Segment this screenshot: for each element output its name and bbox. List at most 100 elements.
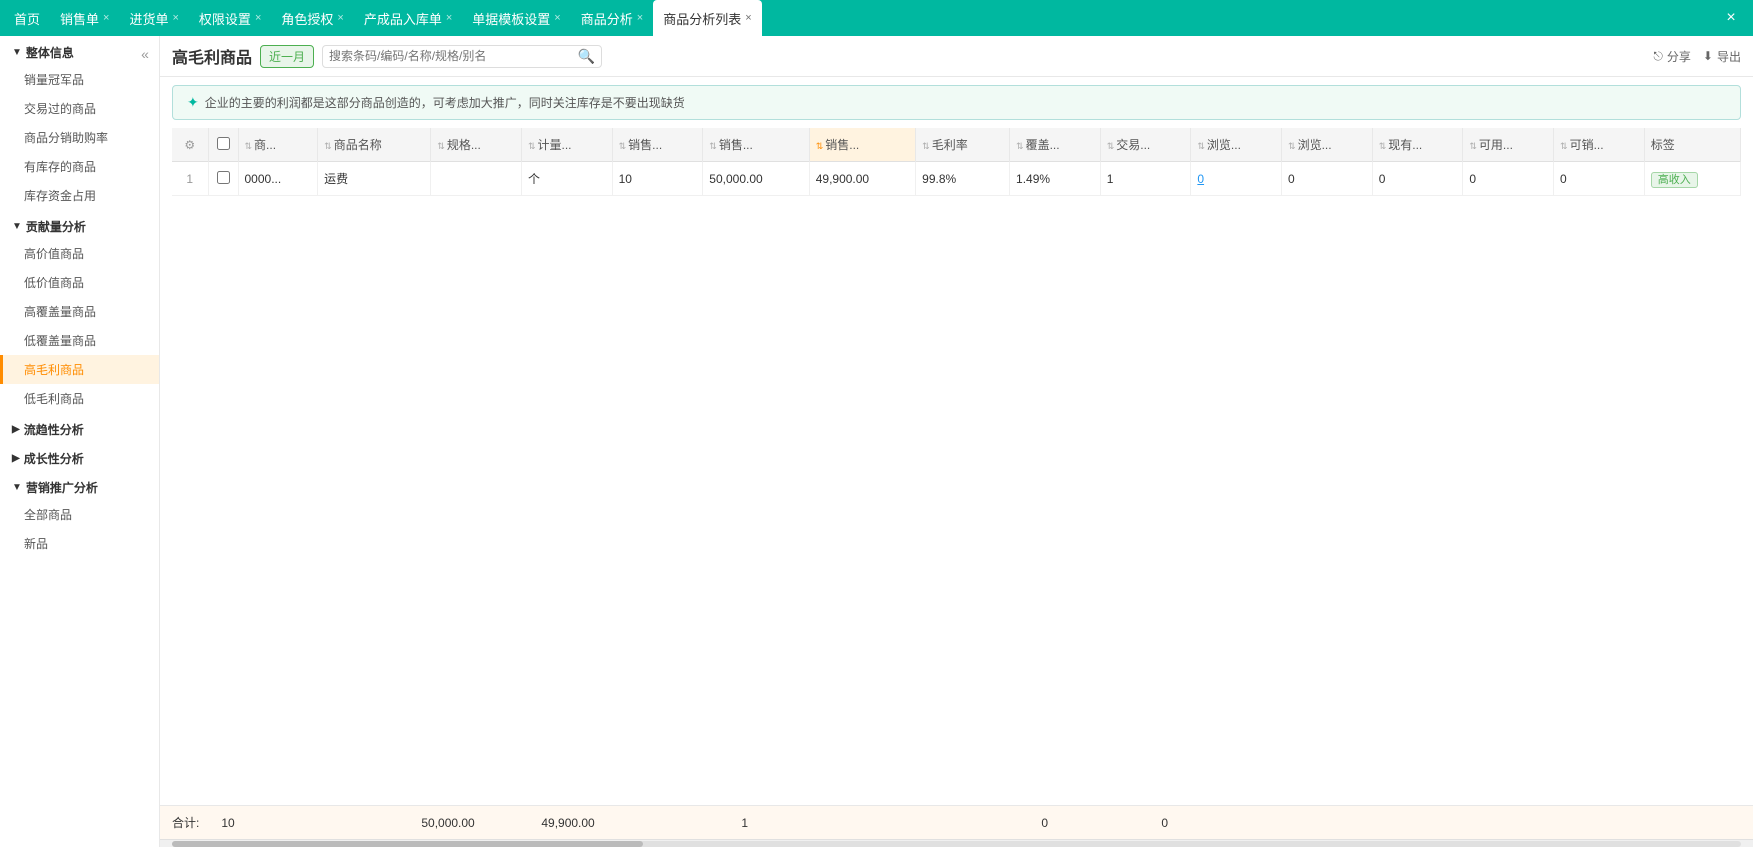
row-current-stock: 0 [1372,162,1463,196]
share-button[interactable]: ⎋ 分享 [1653,48,1691,65]
col-header-current-stock[interactable]: ⇅现有... [1372,128,1463,162]
row-sellable: 0 [1554,162,1645,196]
search-icon[interactable]: 🔍 [578,48,595,65]
group-arrow-trend: ▶ [12,424,20,435]
col-header-tag[interactable]: 标签 [1644,128,1740,162]
export-icon: ⬇ [1703,49,1713,63]
row-sales-profit: 49,900.00 [809,162,915,196]
col-header-name[interactable]: ⇅商品名称 [318,128,431,162]
nav-sales-order[interactable]: 销售单 × [50,0,119,36]
sidebar-item-in-stock[interactable]: 有库存的商品 [0,152,159,181]
col-header-coverage[interactable]: ⇅覆盖... [1010,128,1101,162]
row-code: 0000... [238,162,318,196]
nav-home[interactable]: 首页 [4,0,50,36]
sidebar-item-traded[interactable]: 交易过的商品 [0,94,159,123]
row-checkbox[interactable] [217,171,230,184]
col-header-unit[interactable]: ⇅计量... [521,128,612,162]
sidebar-group-trend[interactable]: ▶ 流趋性分析 [0,413,159,442]
header-actions: ⎋ 分享 ⬇ 导出 [1653,48,1741,65]
col-header-sales-amount[interactable]: ⇅销售... [703,128,809,162]
row-sales-amount: 50,000.00 [703,162,809,196]
row-browse1[interactable]: 0 [1191,162,1282,196]
col-header-code[interactable]: ⇅商... [238,128,318,162]
footer-current-stock: 0 [1035,816,1155,830]
nav-purchase-order[interactable]: 进货单 × [119,0,188,36]
footer-transaction: 1 [735,816,1035,830]
main-layout: « ▼ 整体信息 销量冠军品 交易过的商品 商品分销助购率 有库存的商品 库存资… [0,36,1753,847]
col-header-browse2[interactable]: ⇅浏览... [1282,128,1373,162]
nav-close-template[interactable]: × [554,12,560,24]
content-area: 高毛利商品 近一月 🔍 ⎋ 分享 ⬇ 导出 ✦ 企业的主要的利润都是这部分商品创… [160,36,1753,847]
group-arrow-overall: ▼ [12,47,22,58]
sidebar: « ▼ 整体信息 销量冠军品 交易过的商品 商品分销助购率 有库存的商品 库存资… [0,36,160,847]
col-header-sales-profit[interactable]: ⇅销售... [809,128,915,162]
nav-permission[interactable]: 权限设置 × [189,0,271,36]
sidebar-group-contribution[interactable]: ▼ 贡献量分析 [0,210,159,239]
nav-product-warehouse[interactable]: 产成品入库单 × [354,0,462,36]
sidebar-item-top-sales[interactable]: 销量冠军品 [0,65,159,94]
select-all-checkbox[interactable] [217,137,230,150]
search-input[interactable] [329,49,578,63]
col-header-sellable[interactable]: ⇅可销... [1554,128,1645,162]
sidebar-item-high-coverage[interactable]: 高覆盖量商品 [0,297,159,326]
sidebar-item-low-value[interactable]: 低价值商品 [0,268,159,297]
sidebar-item-all-products[interactable]: 全部商品 [0,500,159,529]
nav-close-permission[interactable]: × [255,12,261,24]
sidebar-item-low-margin[interactable]: 低毛利商品 [0,384,159,413]
sidebar-item-low-coverage[interactable]: 低覆盖量商品 [0,326,159,355]
row-browse2: 0 [1282,162,1373,196]
sidebar-group-marketing[interactable]: ▼ 营销推广分析 [0,471,159,500]
sidebar-item-distribution[interactable]: 商品分销助购率 [0,123,159,152]
nav-close-sales[interactable]: × [103,12,109,24]
row-checkbox-cell [208,162,238,196]
table-row: 1 0000... 运费 个 10 50,000.00 49,900.00 99… [172,162,1741,196]
window-close-button[interactable]: × [1713,0,1749,36]
footer-label: 合计: [172,814,199,831]
sidebar-group-growth[interactable]: ▶ 成长性分析 [0,442,159,471]
table-wrapper[interactable]: ⚙ ⇅商... ⇅商品名称 ⇅规格... ⇅计量... ⇅销售... ⇅销售..… [172,128,1741,805]
row-available: 0 [1463,162,1554,196]
table-header-row: ⚙ ⇅商... ⇅商品名称 ⇅规格... ⇅计量... ⇅销售... ⇅销售..… [172,128,1741,162]
sidebar-collapse-button[interactable]: « [135,44,155,64]
sidebar-item-high-margin[interactable]: 高毛利商品 [0,355,159,384]
row-tag: 高收入 [1644,162,1740,196]
date-filter-button[interactable]: 近一月 [260,45,314,68]
sidebar-item-new-products[interactable]: 新品 [0,529,159,558]
sidebar-item-stock-capital[interactable]: 库存资金占用 [0,181,159,210]
nav-template[interactable]: 单据模板设置 × [462,0,570,36]
nav-close-role[interactable]: × [337,12,343,24]
col-header-browse1[interactable]: ⇅浏览... [1191,128,1282,162]
horizontal-scrollbar[interactable] [160,839,1753,847]
nav-close-purchase[interactable]: × [172,12,178,24]
nav-role[interactable]: 角色授权 × [271,0,353,36]
row-unit: 个 [521,162,612,196]
col-header-settings[interactable]: ⚙ [172,128,208,162]
col-header-transaction[interactable]: ⇅交易... [1100,128,1191,162]
footer-values: 10 50,000.00 49,900.00 1 0 0 [215,816,1235,830]
sidebar-item-high-value[interactable]: 高价值商品 [0,239,159,268]
col-header-checkbox[interactable] [208,128,238,162]
row-gross-rate: 99.8% [916,162,1010,196]
nav-close-analysis-list[interactable]: × [745,12,751,24]
nav-close-warehouse[interactable]: × [446,12,452,24]
row-transaction: 1 [1100,162,1191,196]
group-arrow-growth: ▶ [12,453,20,464]
group-arrow-marketing: ▼ [12,482,22,493]
scrollbar-track [172,841,1741,847]
col-header-available[interactable]: ⇅可用... [1463,128,1554,162]
nav-close-analysis[interactable]: × [637,12,643,24]
row-index: 1 [172,162,208,196]
footer-sellable: 0 [1155,816,1235,830]
page-title: 高毛利商品 [172,44,252,68]
nav-product-analysis[interactable]: 商品分析 × [571,0,653,36]
col-header-spec[interactable]: ⇅规格... [431,128,522,162]
content-header: 高毛利商品 近一月 🔍 ⎋ 分享 ⬇ 导出 [160,36,1753,77]
export-button[interactable]: ⬇ 导出 [1703,48,1741,65]
scrollbar-thumb[interactable] [172,841,643,847]
nav-analysis-list[interactable]: 商品分析列表 × [653,0,761,36]
col-header-gross-rate[interactable]: ⇅毛利率 [916,128,1010,162]
col-header-sales-qty[interactable]: ⇅销售... [612,128,703,162]
nav-right: × [1713,0,1749,36]
row-spec [431,162,522,196]
top-navigation: 首页 销售单 × 进货单 × 权限设置 × 角色授权 × 产成品入库单 × 单据… [0,0,1753,36]
